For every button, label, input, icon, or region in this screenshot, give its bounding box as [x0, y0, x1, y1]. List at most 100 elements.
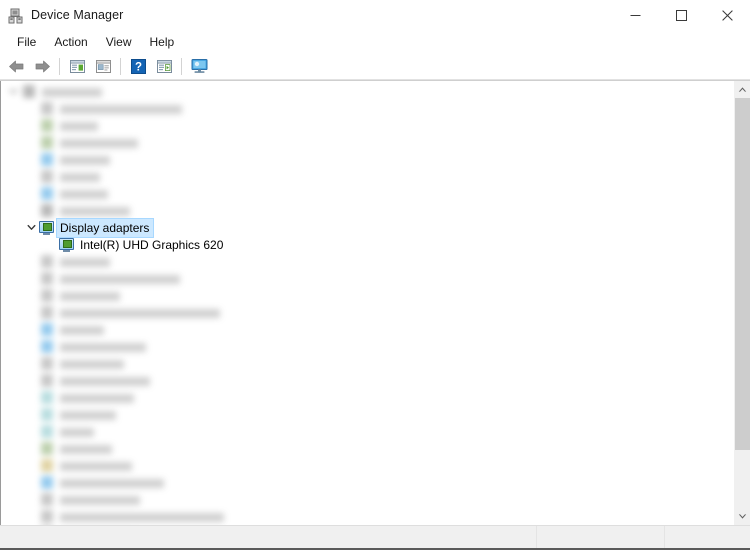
- tree-item-label: [60, 101, 182, 117]
- chevron-right-icon[interactable]: [23, 169, 39, 185]
- chevron-right-icon[interactable]: [23, 441, 39, 457]
- monitor-icon: [39, 220, 55, 236]
- tree-item[interactable]: [1, 287, 733, 304]
- tree-item[interactable]: [1, 151, 733, 168]
- yellow-device-icon: [39, 458, 55, 474]
- chevron-right-icon[interactable]: [23, 288, 39, 304]
- chevron-right-icon[interactable]: [23, 152, 39, 168]
- tree-item[interactable]: [1, 406, 733, 423]
- device-manager-icon: [8, 8, 24, 24]
- chevron-down-icon[interactable]: [23, 220, 39, 236]
- tree-item[interactable]: [1, 440, 733, 457]
- properties-button[interactable]: [65, 55, 89, 78]
- device-tree: Display adapters Intel(R) UHD Graphics 62…: [1, 81, 733, 525]
- tree-item[interactable]: [1, 474, 733, 491]
- tree-item[interactable]: [1, 372, 733, 389]
- chevron-right-icon[interactable]: [23, 424, 39, 440]
- tree-item[interactable]: [1, 508, 733, 525]
- tree-item[interactable]: [1, 253, 733, 270]
- tree-item[interactable]: [1, 423, 733, 440]
- chevron-right-icon[interactable]: [23, 390, 39, 406]
- tree-item-label: [60, 339, 146, 355]
- toolbar-separator-1: [59, 57, 60, 75]
- tree-item-label: [60, 288, 120, 304]
- help-button[interactable]: ?: [126, 55, 150, 78]
- tree-item[interactable]: [1, 168, 733, 185]
- tree-item[interactable]: [1, 457, 733, 474]
- blue-device-icon: [39, 152, 55, 168]
- close-button[interactable]: [704, 0, 750, 31]
- chevron-right-icon[interactable]: [23, 305, 39, 321]
- teal-device-icon: [39, 424, 55, 440]
- tree-item[interactable]: [1, 83, 733, 100]
- tree-item[interactable]: [1, 117, 733, 134]
- tree-item[interactable]: [1, 270, 733, 287]
- menu-item-action[interactable]: Action: [45, 34, 96, 50]
- chevron-right-icon[interactable]: [23, 254, 39, 270]
- minimize-button[interactable]: [612, 0, 658, 31]
- chevron-right-icon[interactable]: [23, 203, 39, 219]
- chevron-right-icon[interactable]: [23, 458, 39, 474]
- tree-item[interactable]: [1, 304, 733, 321]
- tree-item[interactable]: [1, 338, 733, 355]
- tree-item[interactable]: [1, 202, 733, 219]
- device-tree-pane[interactable]: Display adapters Intel(R) UHD Graphics 62…: [0, 81, 733, 525]
- scan-hardware-changes-button[interactable]: [152, 55, 176, 78]
- scrollbar-thumb[interactable]: [735, 98, 750, 450]
- chevron-right-icon[interactable]: [23, 118, 39, 134]
- chevron-right-icon[interactable]: [23, 271, 39, 287]
- tree-item[interactable]: [1, 185, 733, 202]
- tree-item[interactable]: [1, 389, 733, 406]
- obscured-label: [60, 172, 100, 182]
- chevron-right-icon[interactable]: [23, 135, 39, 151]
- menu-item-view[interactable]: View: [97, 34, 141, 50]
- tree-item[interactable]: [1, 355, 733, 372]
- chevron-right-icon[interactable]: [23, 322, 39, 338]
- chevron-right-icon[interactable]: [43, 237, 59, 253]
- chevron-right-icon[interactable]: [23, 373, 39, 389]
- content-area: Display adapters Intel(R) UHD Graphics 62…: [0, 80, 750, 525]
- tree-item-label: [60, 356, 124, 372]
- obscured-label: [60, 410, 116, 420]
- window-controls: [612, 0, 750, 31]
- chevron-right-icon[interactable]: [23, 475, 39, 491]
- scrollbar-track[interactable]: [734, 98, 750, 508]
- menu-item-file[interactable]: File: [8, 34, 45, 50]
- menu-item-help[interactable]: Help: [141, 34, 184, 50]
- obscured-label: [60, 274, 180, 284]
- toolbar-separator-2: [120, 57, 121, 75]
- tree-item-label: [60, 441, 112, 457]
- tree-item-label: [60, 118, 98, 134]
- chevron-right-icon[interactable]: [23, 101, 39, 117]
- dark-device-icon: [39, 203, 55, 219]
- status-pane-2: [537, 526, 665, 550]
- update-driver-button[interactable]: [91, 55, 115, 78]
- scroll-down-button[interactable]: [733, 508, 750, 525]
- scroll-up-button[interactable]: [733, 81, 750, 98]
- tree-item[interactable]: [1, 321, 733, 338]
- chevron-right-icon[interactable]: [23, 356, 39, 372]
- tree-item-intel-uhd-620[interactable]: Intel(R) UHD Graphics 620: [1, 236, 733, 253]
- back-button[interactable]: [4, 55, 28, 78]
- obscured-label: [60, 155, 110, 165]
- obscured-label: [60, 444, 112, 454]
- chevron-right-icon[interactable]: [23, 407, 39, 423]
- show-hidden-devices-button[interactable]: [187, 55, 211, 78]
- chevron-right-icon[interactable]: [23, 186, 39, 202]
- maximize-button[interactable]: [658, 0, 704, 31]
- chevron-right-icon[interactable]: [23, 492, 39, 508]
- forward-button[interactable]: [30, 55, 54, 78]
- vertical-scrollbar[interactable]: [733, 81, 750, 525]
- chevron-right-icon[interactable]: [23, 509, 39, 525]
- tree-item-display-adapters[interactable]: Display adapters: [1, 217, 733, 238]
- chevron-right-icon[interactable]: [23, 339, 39, 355]
- tree-item[interactable]: [1, 134, 733, 151]
- arrow-left-icon: [8, 59, 25, 74]
- tree-item-label: [60, 186, 108, 202]
- obscured-label: [60, 104, 182, 114]
- chevron-down-icon[interactable]: [5, 84, 21, 100]
- tree-item[interactable]: [1, 100, 733, 117]
- obscured-label: [60, 359, 124, 369]
- gray-device-icon: [39, 101, 55, 117]
- tree-item[interactable]: [1, 491, 733, 508]
